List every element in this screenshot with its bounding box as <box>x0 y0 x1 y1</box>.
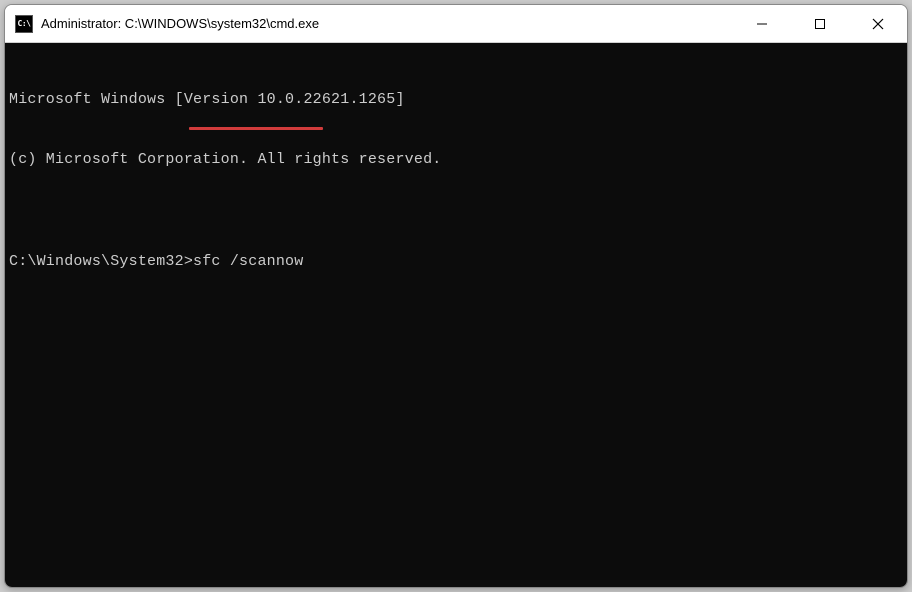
close-button[interactable] <box>849 5 907 42</box>
terminal-version-line: Microsoft Windows [Version 10.0.22621.12… <box>9 90 903 110</box>
cmd-window: C:\ Administrator: C:\WINDOWS\system32\c… <box>4 4 908 588</box>
maximize-icon <box>814 18 826 30</box>
terminal-prompt-line: C:\Windows\System32>sfc /scannow <box>9 252 903 272</box>
window-controls <box>733 5 907 42</box>
terminal-copyright-line: (c) Microsoft Corporation. All rights re… <box>9 150 903 170</box>
prompt-text: C:\Windows\System32> <box>9 253 193 270</box>
window-title: Administrator: C:\WINDOWS\system32\cmd.e… <box>41 16 733 31</box>
minimize-button[interactable] <box>733 5 791 42</box>
terminal-area[interactable]: Microsoft Windows [Version 10.0.22621.12… <box>5 43 907 587</box>
close-icon <box>872 18 884 30</box>
cmd-icon: C:\ <box>15 15 33 33</box>
command-text: sfc /scannow <box>193 253 303 270</box>
titlebar[interactable]: C:\ Administrator: C:\WINDOWS\system32\c… <box>5 5 907 43</box>
red-underline-annotation <box>189 127 323 130</box>
minimize-icon <box>756 18 768 30</box>
maximize-button[interactable] <box>791 5 849 42</box>
